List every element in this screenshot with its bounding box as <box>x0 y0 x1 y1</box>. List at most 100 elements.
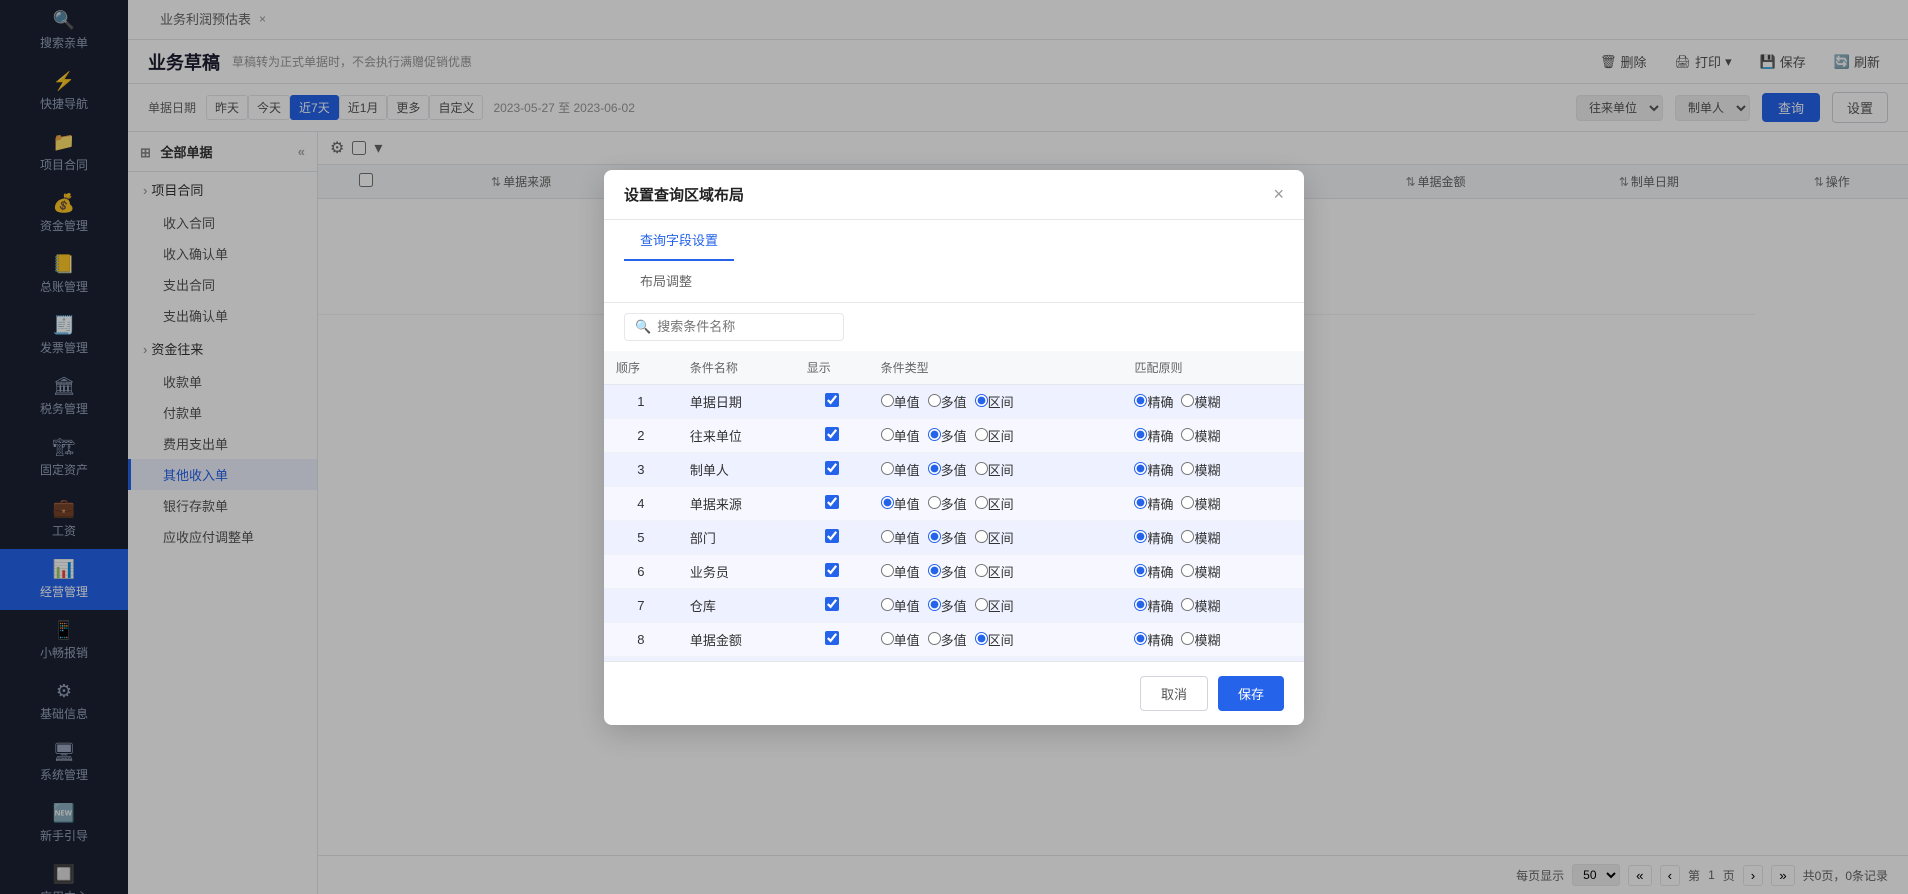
settings-header-条件类型: 条件类型 <box>869 351 1123 385</box>
show-checkbox-5[interactable] <box>825 529 839 543</box>
cond-radio-6-单值[interactable] <box>881 564 894 577</box>
search-input[interactable] <box>657 319 833 334</box>
row-show-1[interactable] <box>795 384 869 418</box>
settings-table-row: 6业务员单值多值区间精确模糊 <box>604 554 1304 588</box>
settings-table-row: 5部门 单值多值区间精确模糊 <box>604 520 1304 554</box>
match-radio-5-精确[interactable] <box>1134 530 1147 543</box>
row-show-5[interactable] <box>795 520 869 554</box>
match-radio-4-精确[interactable] <box>1134 496 1147 509</box>
dialog-save-button[interactable]: 保存 <box>1218 676 1284 711</box>
settings-table-row: 1单据日期单值多值区间精确模糊 <box>604 384 1304 418</box>
row-order-7: 7 <box>604 588 678 622</box>
row-name-1: 单据日期 <box>678 384 795 418</box>
row-order-2: 2 <box>604 418 678 452</box>
row-show-7[interactable] <box>795 588 869 622</box>
row-name-3: 制单人 <box>678 452 795 486</box>
row-cond-5: 单值多值区间 <box>869 520 1123 554</box>
row-show-8[interactable] <box>795 622 869 656</box>
cond-radio-8-单值[interactable] <box>881 632 894 645</box>
cancel-button[interactable]: 取消 <box>1140 676 1208 711</box>
dialog-close-button[interactable]: × <box>1273 184 1284 205</box>
row-name-4: 单据来源 <box>678 486 795 520</box>
row-match-6: 精确模糊 <box>1122 554 1304 588</box>
row-show-6[interactable] <box>795 554 869 588</box>
match-radio-2-模糊[interactable] <box>1181 428 1194 441</box>
cond-radio-8-区间[interactable] <box>975 632 988 645</box>
cond-radio-6-多值[interactable] <box>928 564 941 577</box>
row-order-1: 1 <box>604 384 678 418</box>
cond-radio-4-多值[interactable] <box>928 496 941 509</box>
show-checkbox-7[interactable] <box>825 597 839 611</box>
match-radio-1-模糊[interactable] <box>1181 394 1194 407</box>
match-radio-7-模糊[interactable] <box>1181 598 1194 611</box>
match-radio-1-精确[interactable] <box>1134 394 1147 407</box>
settings-header-匹配原则: 匹配原则 <box>1122 351 1304 385</box>
show-checkbox-8[interactable] <box>825 631 839 645</box>
cond-radio-4-区间[interactable] <box>975 496 988 509</box>
match-radio-6-精确[interactable] <box>1134 564 1147 577</box>
match-radio-2-精确[interactable] <box>1134 428 1147 441</box>
match-radio-7-精确[interactable] <box>1134 598 1147 611</box>
row-cond-4: 单值多值区间 <box>869 486 1123 520</box>
cond-radio-8-多值[interactable] <box>928 632 941 645</box>
cond-radio-5-区间[interactable] <box>975 530 988 543</box>
cond-radio-1-单值[interactable] <box>881 394 894 407</box>
row-match-8: 精确模糊 <box>1122 622 1304 656</box>
search-icon: 🔍 <box>635 319 651 335</box>
row-name-8: 单据金额 <box>678 622 795 656</box>
cond-radio-1-多值[interactable] <box>928 394 941 407</box>
dialog-tab-layout[interactable]: 布局调整 <box>624 261 734 302</box>
settings-table-row: 2往来单位单值多值区间精确模糊 <box>604 418 1304 452</box>
match-radio-8-模糊[interactable] <box>1181 632 1194 645</box>
cond-radio-3-区间[interactable] <box>975 462 988 475</box>
row-cond-6: 单值多值区间 <box>869 554 1123 588</box>
cond-radio-2-多值[interactable] <box>928 428 941 441</box>
row-order-4: 4 <box>604 486 678 520</box>
cond-radio-3-单值[interactable] <box>881 462 894 475</box>
match-radio-3-模糊[interactable] <box>1181 462 1194 475</box>
cond-radio-2-单值[interactable] <box>881 428 894 441</box>
settings-header-显示: 显示 <box>795 351 869 385</box>
settings-table-row: 3制单人单值多值区间精确模糊 <box>604 452 1304 486</box>
match-radio-3-精确[interactable] <box>1134 462 1147 475</box>
match-radio-6-模糊[interactable] <box>1181 564 1194 577</box>
dialog-overlay: 设置查询区域布局 × 查询字段设置布局调整 🔍 顺序条件名称显示条件类型匹配原则… <box>0 0 1908 894</box>
cond-radio-2-区间[interactable] <box>975 428 988 441</box>
settings-table-scroll: 顺序条件名称显示条件类型匹配原则 1单据日期单值多值区间精确模糊2往来单位单值多… <box>604 351 1304 661</box>
row-name-5: 部门 <box>678 520 795 554</box>
row-match-5: 精确模糊 <box>1122 520 1304 554</box>
match-radio-5-模糊[interactable] <box>1181 530 1194 543</box>
cond-radio-3-多值[interactable] <box>928 462 941 475</box>
settings-table: 顺序条件名称显示条件类型匹配原则 1单据日期单值多值区间精确模糊2往来单位单值多… <box>604 351 1304 661</box>
show-checkbox-2[interactable] <box>825 427 839 441</box>
match-radio-8-精确[interactable] <box>1134 632 1147 645</box>
row-show-2[interactable] <box>795 418 869 452</box>
cond-radio-5-单值[interactable] <box>881 530 894 543</box>
row-show-4[interactable] <box>795 486 869 520</box>
cond-radio-1-区间[interactable] <box>975 394 988 407</box>
row-cond-2: 单值多值区间 <box>869 418 1123 452</box>
cond-radio-5-多值[interactable] <box>928 530 941 543</box>
row-match-2: 精确模糊 <box>1122 418 1304 452</box>
row-order-5: 5 <box>604 520 678 554</box>
show-checkbox-3[interactable] <box>825 461 839 475</box>
row-order-3: 3 <box>604 452 678 486</box>
dialog-tab-field_settings[interactable]: 查询字段设置 <box>624 220 734 261</box>
settings-table-row: 4单据来源单值多值区间精确模糊 <box>604 486 1304 520</box>
settings-table-row: 7仓库单值多值区间精确模糊 <box>604 588 1304 622</box>
show-checkbox-4[interactable] <box>825 495 839 509</box>
show-checkbox-1[interactable] <box>825 393 839 407</box>
show-checkbox-6[interactable] <box>825 563 839 577</box>
row-show-3[interactable] <box>795 452 869 486</box>
dialog-footer: 取消 保存 <box>604 661 1304 725</box>
row-order-8: 8 <box>604 622 678 656</box>
match-radio-4-模糊[interactable] <box>1181 496 1194 509</box>
cond-radio-7-区间[interactable] <box>975 598 988 611</box>
row-match-3: 精确模糊 <box>1122 452 1304 486</box>
cond-radio-7-多值[interactable] <box>928 598 941 611</box>
settings-table-row: 8单据金额单值多值区间精确模糊 <box>604 622 1304 656</box>
search-box: 🔍 <box>624 313 844 341</box>
cond-radio-4-单值[interactable] <box>881 496 894 509</box>
cond-radio-7-单值[interactable] <box>881 598 894 611</box>
cond-radio-6-区间[interactable] <box>975 564 988 577</box>
